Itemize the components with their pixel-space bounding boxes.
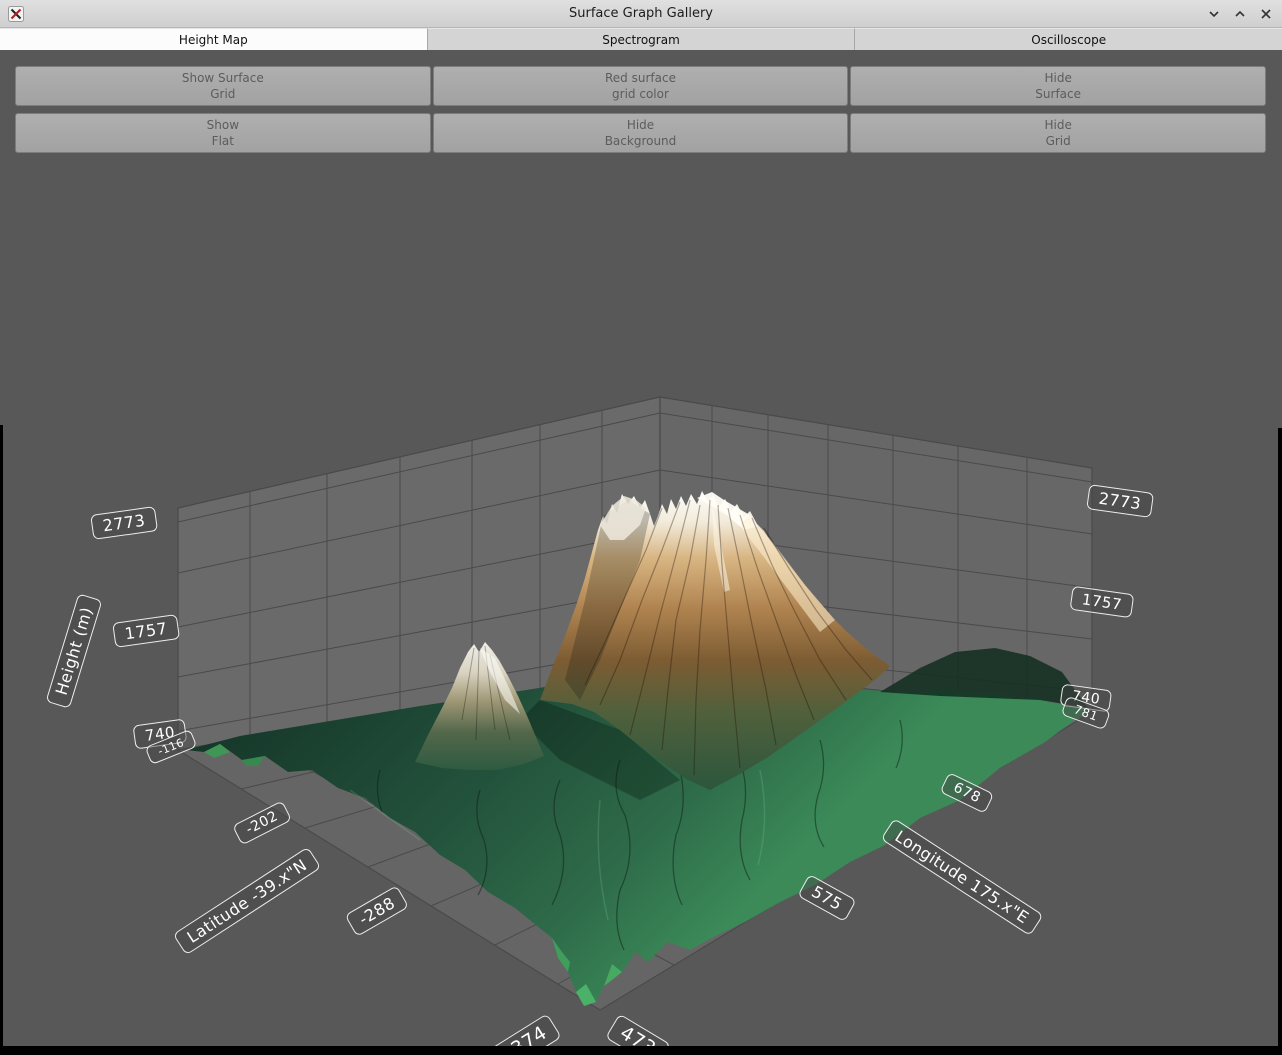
tab-spectrogram[interactable]: Spectrogram [428,28,856,50]
button-label: Show [207,118,239,133]
surface-plot-area[interactable]: 2773 1757 740 Height (m) 2773 1757 740 -… [0,0,1282,1055]
hide-background-button[interactable]: Hide Background [433,113,849,153]
tab-height-map[interactable]: Height Map [0,28,428,50]
maximize-button[interactable] [1232,6,1248,22]
app-window: 2773 1757 740 Height (m) 2773 1757 740 -… [0,0,1282,1055]
tab-oscilloscope[interactable]: Oscilloscope [855,28,1282,50]
surface-plot-canvas[interactable] [0,0,1282,1055]
button-label: grid color [612,87,669,102]
chevron-down-icon [1207,7,1221,21]
button-label: Hide [627,118,654,133]
desktop-edge-right [1278,428,1282,1055]
button-label: Hide [1044,118,1071,133]
button-label: Grid [1046,134,1071,149]
button-label: Show Surface [182,71,264,86]
surface-grid-color-button[interactable]: Red surface grid color [433,66,849,106]
show-flat-button[interactable]: Show Flat [15,113,431,153]
desktop-edge-bottom [0,1046,1282,1055]
tab-bar: Height Map Spectrogram Oscilloscope [0,28,1282,50]
close-button[interactable] [1258,6,1274,22]
button-label: Red surface [605,71,676,86]
hide-grid-button[interactable]: Hide Grid [850,113,1266,153]
desktop-edge-left [0,425,3,1055]
button-label: Hide [1044,71,1071,86]
shade-button[interactable] [1206,6,1222,22]
hide-surface-button[interactable]: Hide Surface [850,66,1266,106]
button-label: Grid [210,87,235,102]
button-label: Flat [212,134,234,149]
chevron-up-icon [1233,7,1247,21]
title-bar[interactable]: Surface Graph Gallery [0,0,1282,28]
button-label: Background [605,134,677,149]
close-icon [1259,7,1273,21]
window-title: Surface Graph Gallery [0,6,1282,21]
control-button-grid: Show Surface Grid Red surface grid color… [15,66,1266,153]
show-surface-grid-button[interactable]: Show Surface Grid [15,66,431,106]
button-label: Surface [1035,87,1081,102]
app-icon [8,6,24,22]
